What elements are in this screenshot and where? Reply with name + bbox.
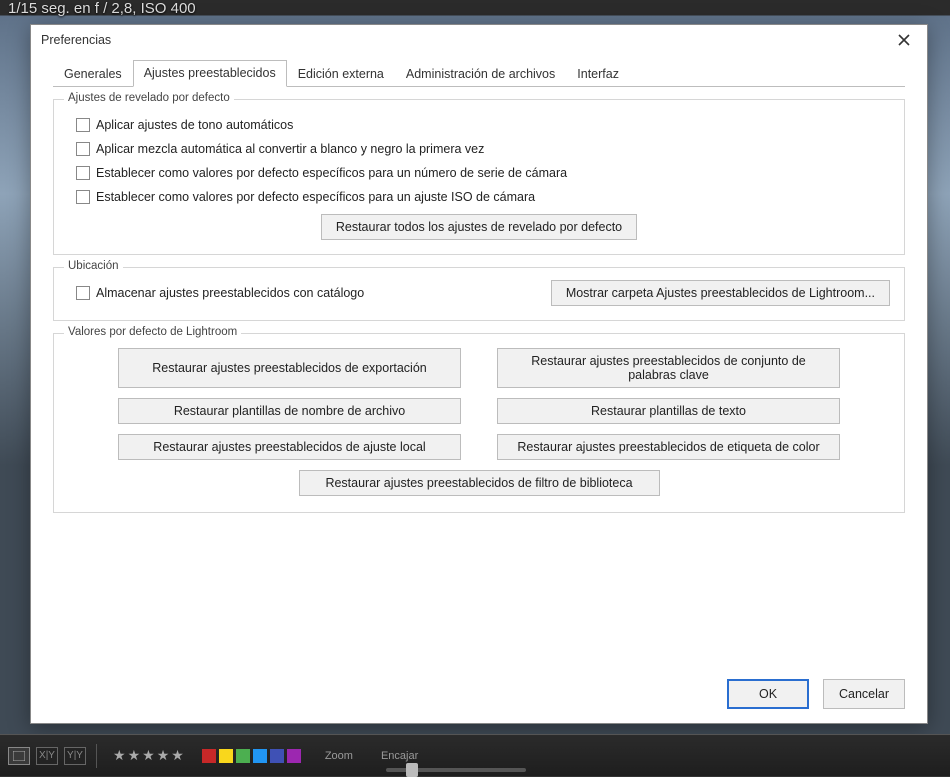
checkbox-label: Aplicar mezcla automática al convertir a… [96,142,484,156]
group-develop-defaults: Ajustes de revelado por defecto Aplicar … [53,99,905,255]
color-swatch[interactable] [236,749,250,763]
rating-stars[interactable]: ★ ★ ★ ★ ★ [113,747,184,764]
app-bottom-toolbar: X|Y Y|Y ★ ★ ★ ★ ★ Zoom Encajar [0,734,950,776]
grid-icon [13,751,25,761]
close-icon [898,34,910,46]
cancel-button[interactable]: Cancelar [823,679,905,709]
tab-interfaz[interactable]: Interfaz [566,61,630,87]
checkbox-defaults-camera-serial[interactable]: Establecer como valores por defecto espe… [76,166,890,180]
close-button[interactable] [889,28,919,52]
restore-keyword-set-presets-button[interactable]: Restaurar ajustes preestablecidos de con… [497,348,840,388]
star-icon: ★ [157,747,170,764]
group-title: Ajustes de revelado por defecto [64,92,234,104]
tabs: Generales Ajustes preestablecidos Edició… [53,59,905,87]
star-icon: ★ [142,747,155,764]
restore-local-adjustment-presets-button[interactable]: Restaurar ajustes preestablecidos de aju… [118,434,461,460]
checkbox-apply-auto-tone[interactable]: Aplicar ajustes de tono automáticos [76,118,890,132]
thumbnail-size-slider[interactable] [386,768,526,772]
checkbox-label: Aplicar ajustes de tono automáticos [96,118,293,132]
tab-edicion-externa[interactable]: Edición externa [287,61,395,87]
checkbox-store-presets-with-catalog[interactable]: Almacenar ajustes preestablecidos con ca… [76,286,364,300]
checkbox-apply-auto-bw-mix[interactable]: Aplicar mezcla automática al convertir a… [76,142,890,156]
color-swatch[interactable] [219,749,233,763]
dialog-title: Preferencias [41,33,111,47]
titlebar: Preferencias [31,25,927,55]
tab-administracion-archivos[interactable]: Administración de archivos [395,61,566,87]
group-title: Ubicación [64,260,123,272]
color-swatch[interactable] [253,749,267,763]
checkbox-icon [76,166,90,180]
checkbox-label: Establecer como valores por defecto espe… [96,190,535,204]
checkbox-label: Establecer como valores por defecto espe… [96,166,567,180]
checkbox-icon [76,118,90,132]
toolbar-separator [96,744,97,768]
compare-xy-icon[interactable]: X|Y [36,747,58,765]
compare-yy-icon[interactable]: Y|Y [64,747,86,765]
slider-thumb-icon [406,763,418,777]
color-label-swatches[interactable] [202,749,301,763]
star-icon: ★ [113,747,126,764]
checkbox-icon [76,142,90,156]
checkbox-icon [76,286,90,300]
group-location: Ubicación Almacenar ajustes preestableci… [53,267,905,321]
zoom-label: Zoom [325,750,353,762]
fit-label: Encajar [381,750,418,762]
restore-text-templates-button[interactable]: Restaurar plantillas de texto [497,398,840,424]
grid-view-icon[interactable] [8,747,30,765]
star-icon: ★ [128,747,141,764]
star-icon: ★ [171,747,184,764]
restore-filename-templates-button[interactable]: Restaurar plantillas de nombre de archiv… [118,398,461,424]
tab-generales[interactable]: Generales [53,61,133,87]
restore-library-filter-presets-button[interactable]: Restaurar ajustes preestablecidos de fil… [299,470,660,496]
restore-color-label-presets-button[interactable]: Restaurar ajustes preestablecidos de eti… [497,434,840,460]
show-presets-folder-button[interactable]: Mostrar carpeta Ajustes preestablecidos … [551,280,890,306]
group-title: Valores por defecto de Lightroom [64,326,241,338]
restore-export-presets-button[interactable]: Restaurar ajustes preestablecidos de exp… [118,348,461,388]
checkbox-defaults-camera-iso[interactable]: Establecer como valores por defecto espe… [76,190,890,204]
color-swatch[interactable] [202,749,216,763]
color-swatch[interactable] [287,749,301,763]
preferences-dialog: Preferencias Generales Ajustes preestabl… [30,24,928,724]
ok-button[interactable]: OK [727,679,809,709]
dialog-footer: OK Cancelar [727,679,905,709]
tab-ajustes-preestablecidos[interactable]: Ajustes preestablecidos [133,60,287,87]
checkbox-icon [76,190,90,204]
checkbox-label: Almacenar ajustes preestablecidos con ca… [96,286,364,300]
restore-develop-defaults-button[interactable]: Restaurar todos los ajustes de revelado … [321,214,637,240]
exif-overlay: 1/15 seg. en f / 2,8, ISO 400 [8,0,196,17]
color-swatch[interactable] [270,749,284,763]
group-lightroom-defaults: Valores por defecto de Lightroom Restaur… [53,333,905,513]
